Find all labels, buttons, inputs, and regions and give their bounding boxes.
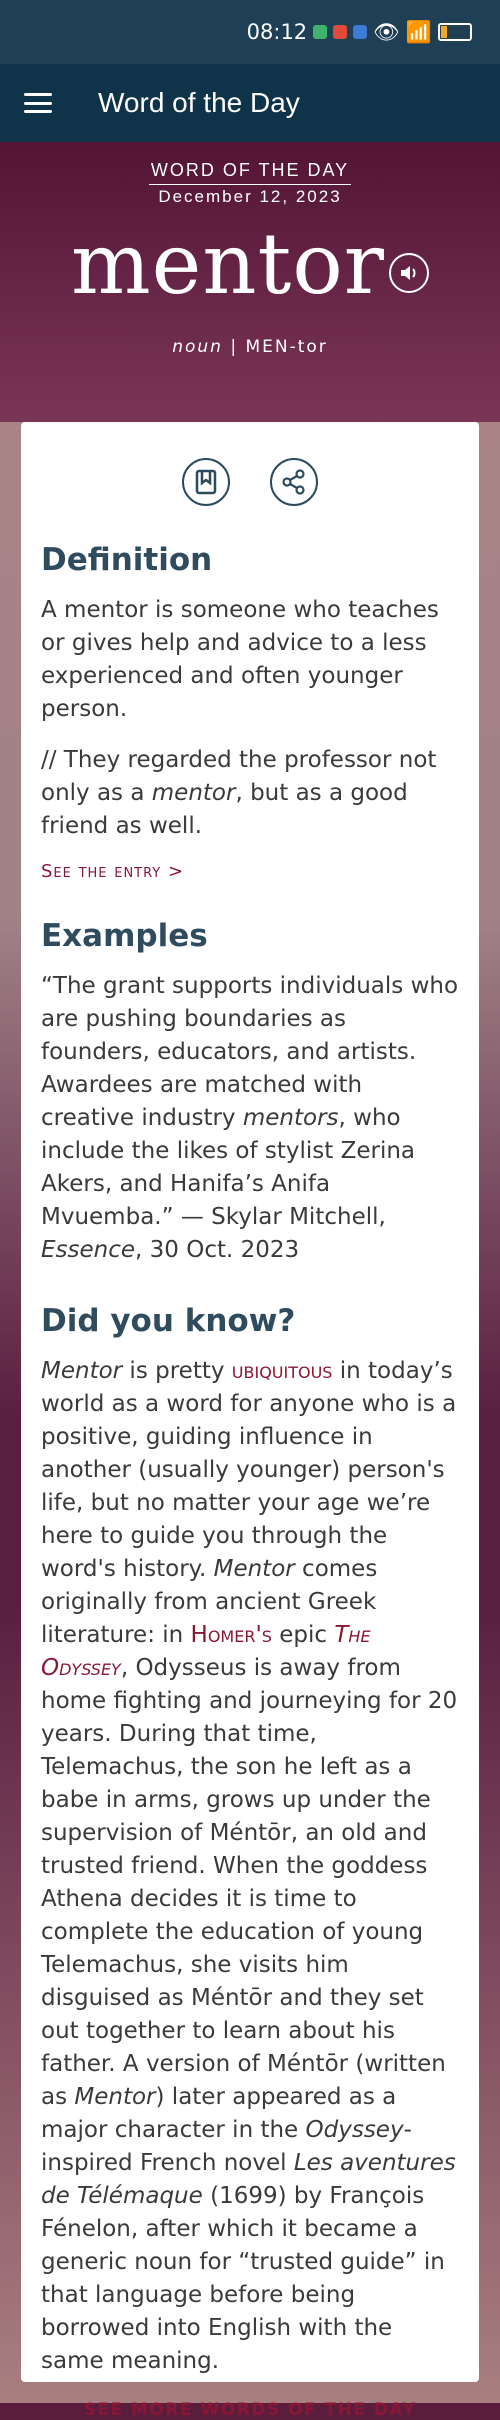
status-bar: 08:12 👁 📶 — [0, 0, 500, 64]
definition-example: // They regarded the professor not only … — [41, 747, 437, 839]
part-of-speech: noun — [172, 337, 223, 357]
definition-text: A mentor is someone who teaches or gives… — [41, 597, 439, 722]
app-bar: Word of the Day — [0, 64, 500, 142]
see-more-button[interactable]: SEE MORE WORDS OF THE DAY — [41, 2400, 459, 2420]
example-quote: “The grant supports individuals who are … — [41, 973, 459, 1263]
did-you-know-heading: Did you know? — [41, 1303, 296, 1339]
word-title: mentor — [71, 215, 385, 313]
homer-link[interactable]: Homer's — [191, 1622, 272, 1648]
did-you-know-text: Mentor is pretty ubiquitous in today’s w… — [41, 1358, 458, 2374]
hamburger-menu-icon[interactable] — [24, 93, 52, 113]
wifi-icon: 📶 — [405, 19, 432, 44]
wotd-date: December 12, 2023 — [158, 187, 342, 206]
word-hero: WORD OF THE DAY December 12, 2023 mentor… — [0, 142, 500, 422]
notification-icon — [353, 25, 368, 39]
battery-icon — [438, 23, 472, 41]
separator: | — [230, 337, 239, 357]
app-title: Word of the Day — [98, 87, 300, 118]
status-time: 08:12 — [246, 20, 308, 44]
examples-heading: Examples — [41, 918, 208, 954]
pronunciation-line: noun | MEN-tor — [0, 337, 500, 357]
speaker-icon[interactable] — [388, 253, 429, 293]
definition-heading: Definition — [41, 542, 213, 578]
content-card: Definition A mentor is someone who teach… — [21, 422, 479, 2420]
eye-icon: 👁 — [373, 19, 400, 44]
see-entry-link[interactable]: See the entry > — [41, 861, 459, 882]
bookmark-icon[interactable] — [182, 458, 230, 506]
notification-icon — [333, 25, 348, 39]
wotd-label: WORD OF THE DAY — [148, 160, 352, 185]
ubiquitous-link[interactable]: ubiquitous — [232, 1358, 333, 1384]
pronunciation: MEN-tor — [245, 337, 328, 357]
notification-icon — [313, 25, 328, 39]
share-icon[interactable] — [270, 458, 318, 506]
